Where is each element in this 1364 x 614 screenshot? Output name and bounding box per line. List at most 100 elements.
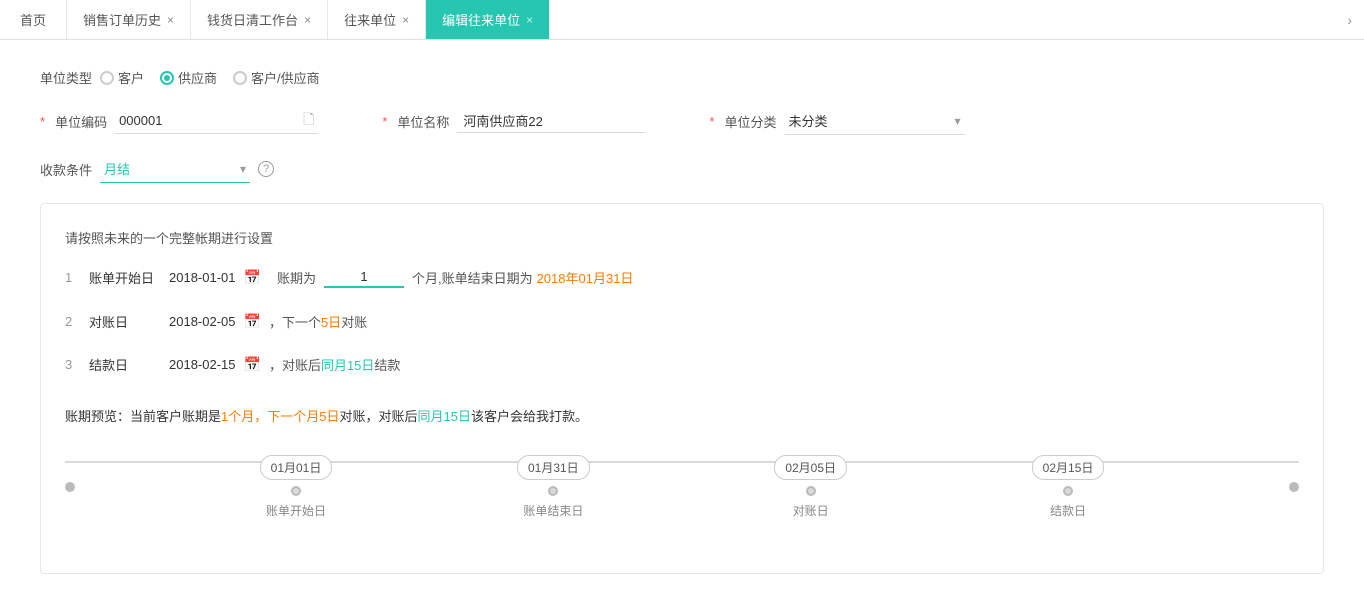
timeline-label-2: 账单结束日 bbox=[523, 502, 583, 519]
unit-type-radio-group: 客户 供应商 客户/供应商 bbox=[100, 68, 320, 87]
reconcile-date-wrap: 2018-02-05 📅 bbox=[169, 313, 261, 330]
row-label-3: 结款日 bbox=[89, 355, 169, 374]
timeline-start-dot bbox=[65, 482, 75, 492]
tab-edit-unit[interactable]: 编辑往来单位 × bbox=[426, 0, 550, 39]
unit-code-copy-icon[interactable]: 🗋 bbox=[299, 109, 318, 133]
collect-condition-value: 月结 bbox=[104, 159, 236, 178]
radio-customer-label: 客户 bbox=[118, 68, 144, 87]
tab-related-units[interactable]: 往来单位 × bbox=[328, 0, 426, 39]
period-prefix: 账期为 bbox=[277, 268, 316, 287]
preview-prefix: 账期预览：当前客户账期是 bbox=[65, 409, 221, 424]
unit-code-required: * bbox=[40, 114, 45, 129]
start-date-wrap: 2018-01-01 📅 bbox=[169, 269, 261, 286]
row-number-3: 3 bbox=[65, 357, 89, 372]
unit-category-label: 单位分类 bbox=[724, 112, 776, 131]
preview-middle: 对账，对账后 bbox=[339, 409, 417, 424]
settlement-desc-highlight: 同月15日 bbox=[321, 355, 374, 374]
start-date-value: 2018-01-01 bbox=[169, 270, 236, 285]
reconcile-desc-suffix: 对账 bbox=[341, 312, 367, 331]
tab-cash-clearing[interactable]: 钱货日清工作台 × bbox=[191, 0, 328, 39]
timeline-dot-1 bbox=[291, 486, 301, 496]
collect-condition-arrow: ▾ bbox=[240, 162, 246, 176]
preview-part2: 下一个月5日 bbox=[267, 409, 339, 424]
tab-more-arrow[interactable]: › bbox=[1335, 12, 1364, 28]
tab-related-units-label: 往来单位 bbox=[344, 10, 396, 29]
unit-name-required: * bbox=[382, 114, 387, 129]
timeline: 01月01日 账单开始日 01月31日 账单结束日 02月05日 对账日 bbox=[65, 445, 1299, 549]
radio-supplier[interactable]: 供应商 bbox=[160, 68, 217, 87]
preview-suffix: 该客户会给我打款。 bbox=[471, 409, 588, 424]
tab-edit-unit-close[interactable]: × bbox=[526, 13, 533, 27]
card-title: 请按照未来的一个完整帐期进行设置 bbox=[65, 228, 1299, 247]
settlement-date-calendar-icon[interactable]: 📅 bbox=[244, 356, 261, 373]
period-input[interactable] bbox=[324, 267, 404, 288]
settings-card: 请按照未来的一个完整帐期进行设置 1 账单开始日 2018-01-01 📅 账期… bbox=[40, 203, 1324, 574]
row-label-2: 对账日 bbox=[89, 312, 169, 331]
tab-sales-history[interactable]: 销售订单历史 × bbox=[67, 0, 191, 39]
radio-customer-supplier[interactable]: 客户/供应商 bbox=[233, 68, 320, 87]
tab-sales-history-close[interactable]: × bbox=[167, 13, 174, 27]
unit-type-field: 单位类型 客户 供应商 客户/供应商 bbox=[40, 68, 320, 87]
timeline-point-2: 01月31日 账单结束日 bbox=[517, 455, 590, 519]
timeline-badge-3: 02月05日 bbox=[774, 455, 847, 480]
tab-related-units-close[interactable]: × bbox=[402, 13, 409, 27]
timeline-label-4: 结款日 bbox=[1050, 502, 1086, 519]
setting-row-3: 3 结款日 2018-02-15 📅 ，对账后 同月15日 结款 bbox=[65, 355, 1299, 374]
timeline-badge-2: 01月31日 bbox=[517, 455, 590, 480]
collect-condition-label: 收款条件 bbox=[40, 160, 92, 179]
tab-cash-clearing-label: 钱货日清工作台 bbox=[207, 10, 298, 29]
timeline-end-dot bbox=[1289, 482, 1299, 492]
settlement-desc-prefix: ，对账后 bbox=[269, 355, 321, 374]
timeline-dot-4 bbox=[1063, 486, 1073, 496]
reconcile-date-value: 2018-02-05 bbox=[169, 314, 236, 329]
main-content: 单位类型 客户 供应商 客户/供应商 * 单位编码 bbox=[0, 40, 1364, 614]
unit-name-label: 单位名称 bbox=[397, 112, 449, 131]
period-suffix: 个月,账单结束日期为 bbox=[412, 268, 533, 287]
unit-name-input[interactable] bbox=[457, 109, 645, 133]
radio-customer[interactable]: 客户 bbox=[100, 68, 144, 87]
row-label-1: 账单开始日 bbox=[89, 268, 169, 287]
unit-info-row: * 单位编码 🗋 * 单位名称 * 单位分类 未分类 ▾ bbox=[40, 107, 1324, 135]
unit-type-row: 单位类型 客户 供应商 客户/供应商 bbox=[40, 68, 1324, 87]
preview-part1: 1个月， bbox=[221, 409, 267, 424]
timeline-point-4: 02月15日 结款日 bbox=[1032, 455, 1105, 519]
tab-home[interactable]: 首页 bbox=[0, 0, 67, 39]
reconcile-date-calendar-icon[interactable]: 📅 bbox=[244, 313, 261, 330]
timeline-badge-1: 01月01日 bbox=[260, 455, 333, 480]
radio-customer-circle bbox=[100, 71, 114, 85]
unit-code-input[interactable] bbox=[115, 109, 299, 132]
unit-category-required: * bbox=[709, 114, 714, 129]
unit-category-arrow: ▾ bbox=[954, 114, 960, 128]
unit-code-label: 单位编码 bbox=[55, 112, 107, 131]
setting-row-1: 1 账单开始日 2018-01-01 📅 账期为 个月,账单结束日期为 2018… bbox=[65, 267, 1299, 288]
timeline-dot-2 bbox=[548, 486, 558, 496]
unit-category-dropdown[interactable]: 未分类 ▾ bbox=[785, 107, 965, 135]
preview-text: 账期预览：当前客户账期是1个月，下一个月5日对账，对账后同月15日该客户会给我打… bbox=[65, 406, 1299, 425]
radio-supplier-label: 供应商 bbox=[178, 68, 217, 87]
help-icon[interactable]: ? bbox=[258, 161, 274, 177]
tab-cash-clearing-close[interactable]: × bbox=[304, 13, 311, 27]
unit-category-value: 未分类 bbox=[789, 111, 955, 130]
setting-row-2: 2 对账日 2018-02-05 📅 ，下一个 5日 对账 bbox=[65, 312, 1299, 331]
period-end-date: 2018年01月31日 bbox=[537, 268, 634, 287]
collect-condition-row: 收款条件 月结 ▾ ? bbox=[40, 155, 1324, 183]
tab-home-label: 首页 bbox=[20, 10, 46, 29]
unit-name-field: * 单位名称 bbox=[382, 109, 645, 133]
timeline-label-3: 对账日 bbox=[793, 502, 829, 519]
radio-customer-supplier-circle bbox=[233, 71, 247, 85]
timeline-dot-3 bbox=[806, 486, 816, 496]
row-number-1: 1 bbox=[65, 270, 89, 285]
row-number-2: 2 bbox=[65, 314, 89, 329]
tab-sales-history-label: 销售订单历史 bbox=[83, 10, 161, 29]
start-date-calendar-icon[interactable]: 📅 bbox=[244, 269, 261, 286]
unit-code-input-wrap: 🗋 bbox=[115, 109, 318, 134]
reconcile-desc-highlight: 5日 bbox=[321, 312, 341, 331]
timeline-label-1: 账单开始日 bbox=[266, 502, 326, 519]
tab-edit-unit-label: 编辑往来单位 bbox=[442, 10, 520, 29]
collect-condition-dropdown[interactable]: 月结 ▾ bbox=[100, 155, 250, 183]
preview-section: 账期预览：当前客户账期是1个月，下一个月5日对账，对账后同月15日该客户会给我打… bbox=[65, 390, 1299, 549]
radio-customer-supplier-label: 客户/供应商 bbox=[251, 68, 320, 87]
tab-bar: 首页 销售订单历史 × 钱货日清工作台 × 往来单位 × 编辑往来单位 × › bbox=[0, 0, 1364, 40]
unit-category-field: * 单位分类 未分类 ▾ bbox=[709, 107, 964, 135]
timeline-line bbox=[65, 461, 1299, 463]
